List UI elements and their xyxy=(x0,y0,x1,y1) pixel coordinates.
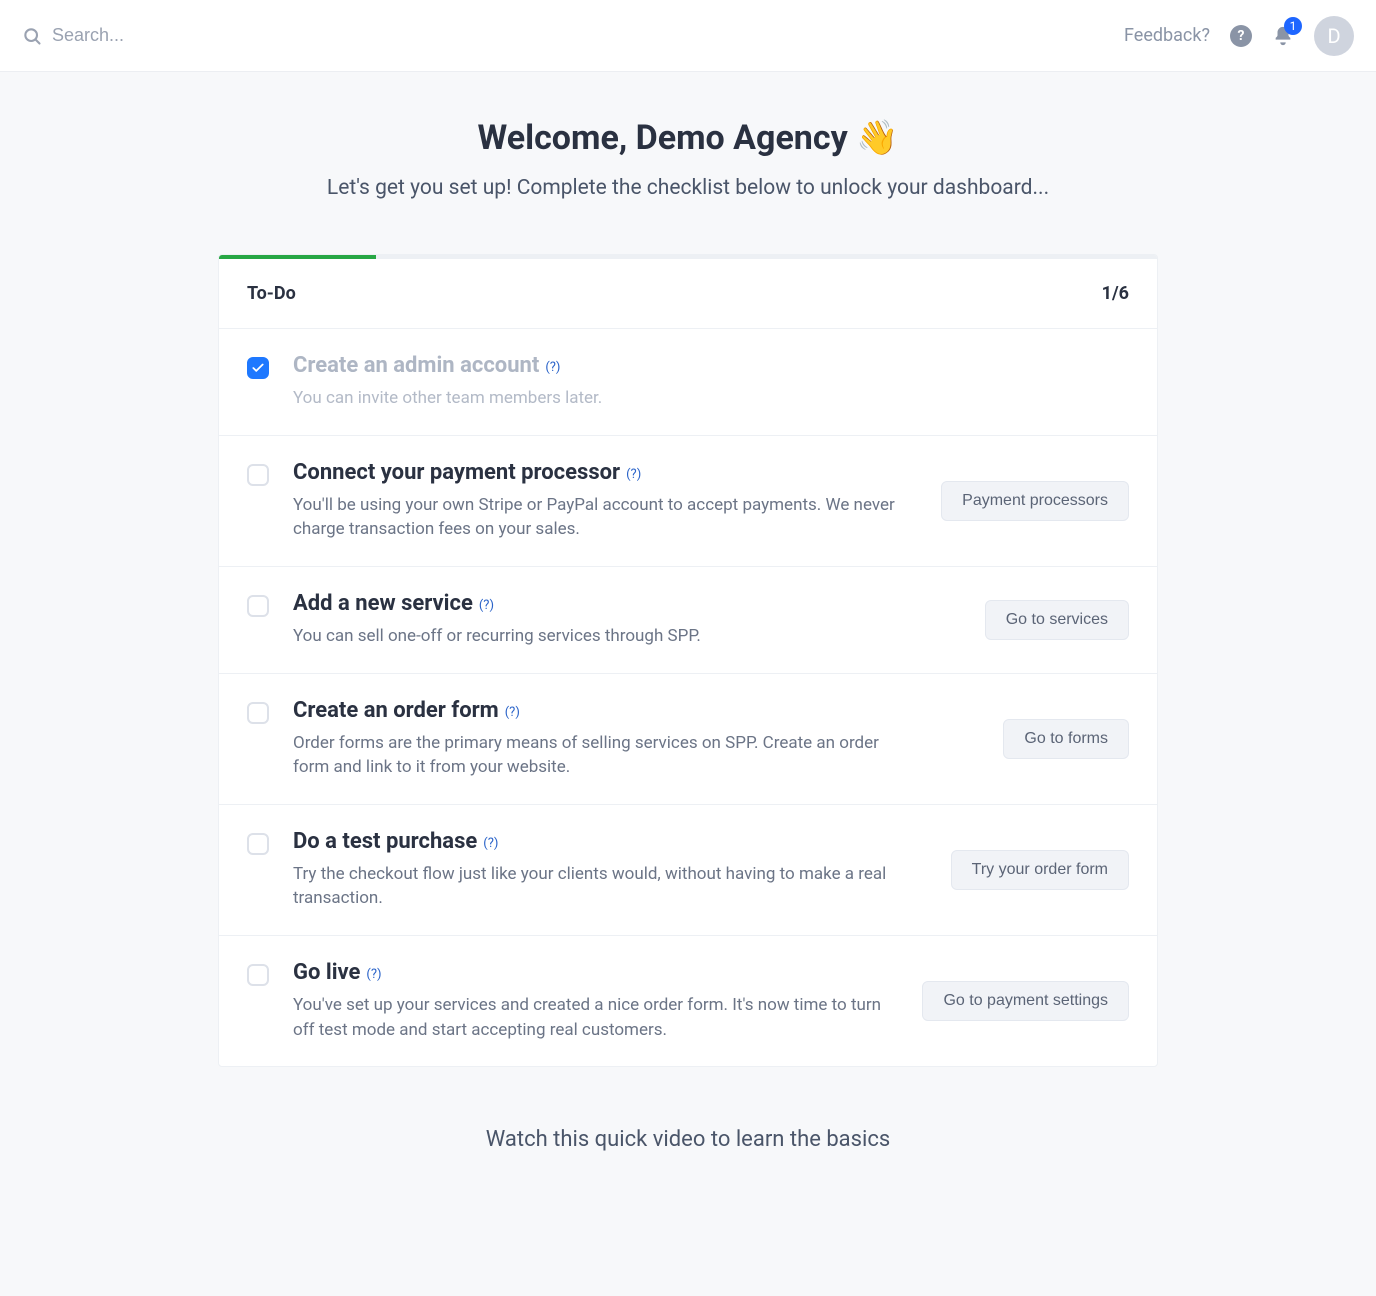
task-list: Create an admin account (?) You can invite… xyxy=(219,329,1157,1066)
search-input[interactable] xyxy=(52,25,352,46)
feedback-link[interactable]: Feedback? xyxy=(1124,25,1210,46)
task-help-icon[interactable]: (?) xyxy=(505,705,520,720)
topbar-right: Feedback? ? 1 D xyxy=(1124,16,1354,56)
topbar: Feedback? ? 1 D xyxy=(0,0,1376,72)
task-description: You can invite other team members later. xyxy=(293,386,913,411)
task-row: Connect your payment processor (?) You'll … xyxy=(219,436,1157,567)
task-action: Go to payment settings xyxy=(922,981,1129,1021)
task-description: Order forms are the primary means of sel… xyxy=(293,731,913,780)
task-row: Go live (?) You've set up your services an… xyxy=(219,936,1157,1066)
task-row: Do a test purchase (?) Try the checkout fl… xyxy=(219,805,1157,936)
task-help-icon[interactable]: (?) xyxy=(479,598,494,613)
task-help-icon[interactable]: (?) xyxy=(483,836,498,851)
task-row: Add a new service (?) You can sell one-off… xyxy=(219,567,1157,674)
task-title: Create an order form xyxy=(293,698,499,723)
checklist-progress-count: 1/6 xyxy=(1102,283,1129,304)
avatar[interactable]: D xyxy=(1314,16,1354,56)
task-description: Try the checkout flow just like your cli… xyxy=(293,862,913,911)
search-area xyxy=(22,25,1124,46)
task-body: Go live (?) You've set up your services an… xyxy=(293,960,898,1042)
task-action-button[interactable]: Try your order form xyxy=(951,850,1129,890)
task-checkbox[interactable] xyxy=(247,464,269,486)
task-row: Create an admin account (?) You can invite… xyxy=(219,329,1157,436)
notification-badge: 1 xyxy=(1284,17,1302,35)
card-header: To-Do 1/6 xyxy=(219,259,1157,329)
main-content: Welcome, Demo Agency 👋 Let's get you set… xyxy=(198,72,1178,1232)
task-help-icon[interactable]: (?) xyxy=(545,360,560,375)
task-checkbox[interactable] xyxy=(247,702,269,724)
onboarding-card: To-Do 1/6 Create an admin account (?) You … xyxy=(218,254,1158,1067)
help-icon[interactable]: ? xyxy=(1230,25,1252,47)
task-description: You can sell one-off or recurring servic… xyxy=(293,624,913,649)
task-title: Go live xyxy=(293,960,360,985)
task-action: Go to services xyxy=(985,600,1129,640)
task-title: Do a test purchase xyxy=(293,829,477,854)
task-title: Connect your payment processor xyxy=(293,460,620,485)
task-action-button[interactable]: Go to forms xyxy=(1003,719,1129,759)
task-action: Payment processors xyxy=(941,481,1129,521)
task-action: Try your order form xyxy=(951,850,1129,890)
task-checkbox[interactable] xyxy=(247,595,269,617)
task-title: Create an admin account xyxy=(293,353,539,378)
task-body: Connect your payment processor (?) You'll … xyxy=(293,460,917,542)
task-body: Create an admin account (?) You can invite… xyxy=(293,353,1129,411)
task-action-button[interactable]: Go to payment settings xyxy=(922,981,1129,1021)
checklist-heading: To-Do xyxy=(247,283,296,304)
task-body: Do a test purchase (?) Try the checkout fl… xyxy=(293,829,927,911)
task-help-icon[interactable]: (?) xyxy=(626,467,641,482)
task-body: Create an order form (?) Order forms are t… xyxy=(293,698,979,780)
task-action: Go to forms xyxy=(1003,719,1129,759)
page-title: Welcome, Demo Agency 👋 xyxy=(218,118,1158,158)
task-description: You've set up your services and created … xyxy=(293,993,898,1042)
task-action-button[interactable]: Payment processors xyxy=(941,481,1129,521)
video-heading: Watch this quick video to learn the basi… xyxy=(218,1127,1158,1152)
task-body: Add a new service (?) You can sell one-off… xyxy=(293,591,961,649)
notifications-button[interactable]: 1 xyxy=(1272,25,1294,47)
task-help-icon[interactable]: (?) xyxy=(366,967,381,982)
task-action-button[interactable]: Go to services xyxy=(985,600,1129,640)
task-title: Add a new service xyxy=(293,591,473,616)
task-row: Create an order form (?) Order forms are t… xyxy=(219,674,1157,805)
task-checkbox[interactable] xyxy=(247,357,269,379)
task-checkbox[interactable] xyxy=(247,964,269,986)
search-icon xyxy=(22,26,42,46)
task-description: You'll be using your own Stripe or PayPa… xyxy=(293,493,913,542)
task-checkbox[interactable] xyxy=(247,833,269,855)
page-subtitle: Let's get you set up! Complete the check… xyxy=(218,176,1158,200)
